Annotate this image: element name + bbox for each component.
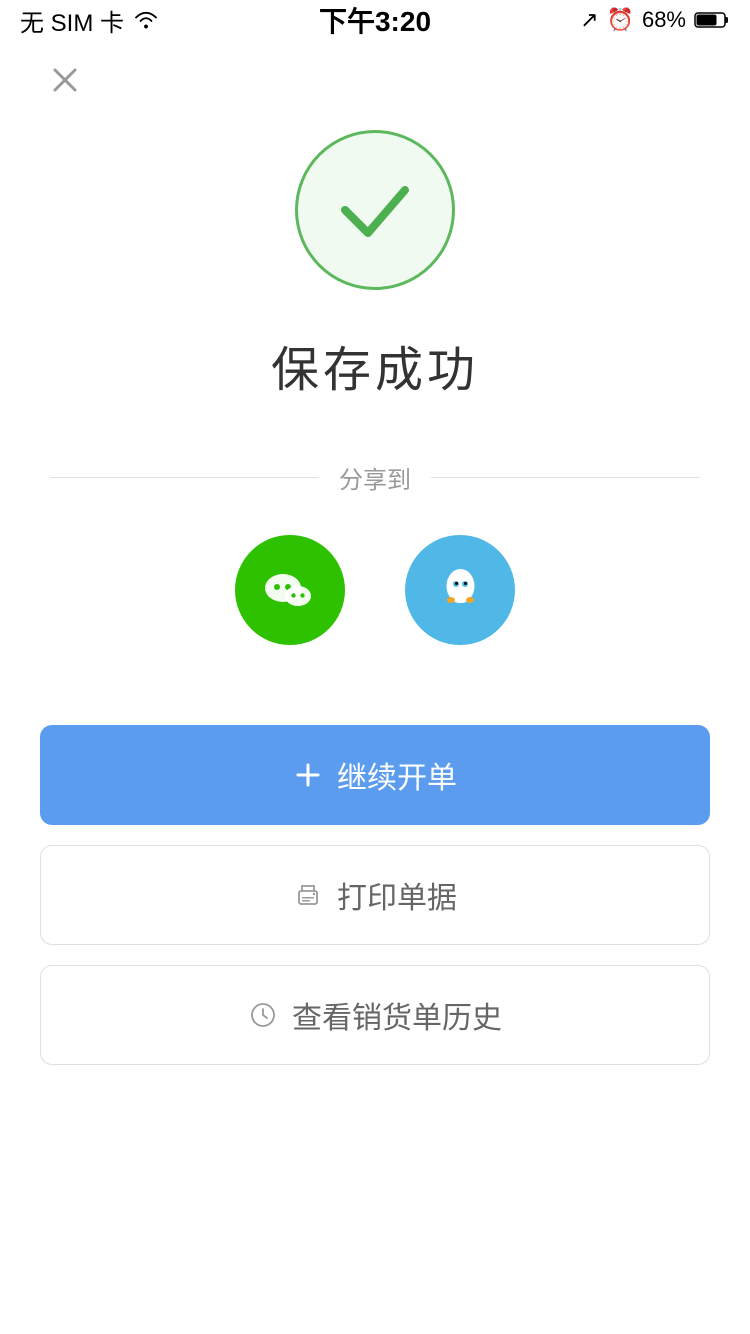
share-qq-button[interactable] <box>405 535 515 645</box>
history-button[interactable]: 查看销货单历史 <box>40 965 710 1065</box>
wifi-icon <box>132 10 160 30</box>
status-time: 下午3:20 <box>319 0 431 40</box>
print-label: 打印单据 <box>337 873 457 917</box>
success-title: 保存成功 <box>271 330 479 400</box>
history-label: 查看销货单历史 <box>292 993 502 1037</box>
continue-button[interactable]: 继续开单 <box>40 725 710 825</box>
status-left: 无 SIM 卡 <box>20 3 160 38</box>
status-right: ↗ ⏰ 68% <box>580 7 730 33</box>
divider-line-left <box>50 477 319 478</box>
close-button[interactable] <box>40 55 90 105</box>
continue-label: 继续开单 <box>337 753 457 797</box>
share-divider: 分享到 <box>0 460 750 495</box>
location-icon: ↗ <box>580 7 598 33</box>
share-divider-text: 分享到 <box>319 460 431 495</box>
divider-line-right <box>431 477 700 478</box>
share-icons <box>235 535 515 645</box>
share-wechat-button[interactable] <box>235 535 345 645</box>
main-content: 保存成功 分享到 <box>0 40 750 1065</box>
alarm-icon: ⏰ <box>607 7 634 33</box>
battery-percent: 68% <box>642 7 686 33</box>
status-bar: 无 SIM 卡 下午3:20 ↗ ⏰ 68% <box>0 0 750 40</box>
success-icon <box>295 130 455 290</box>
battery-icon <box>694 10 730 30</box>
print-button[interactable]: 打印单据 <box>40 845 710 945</box>
action-buttons: 继续开单 打印单据 查看销货单历史 <box>0 725 750 1065</box>
sim-status: 无 SIM 卡 <box>20 3 124 38</box>
